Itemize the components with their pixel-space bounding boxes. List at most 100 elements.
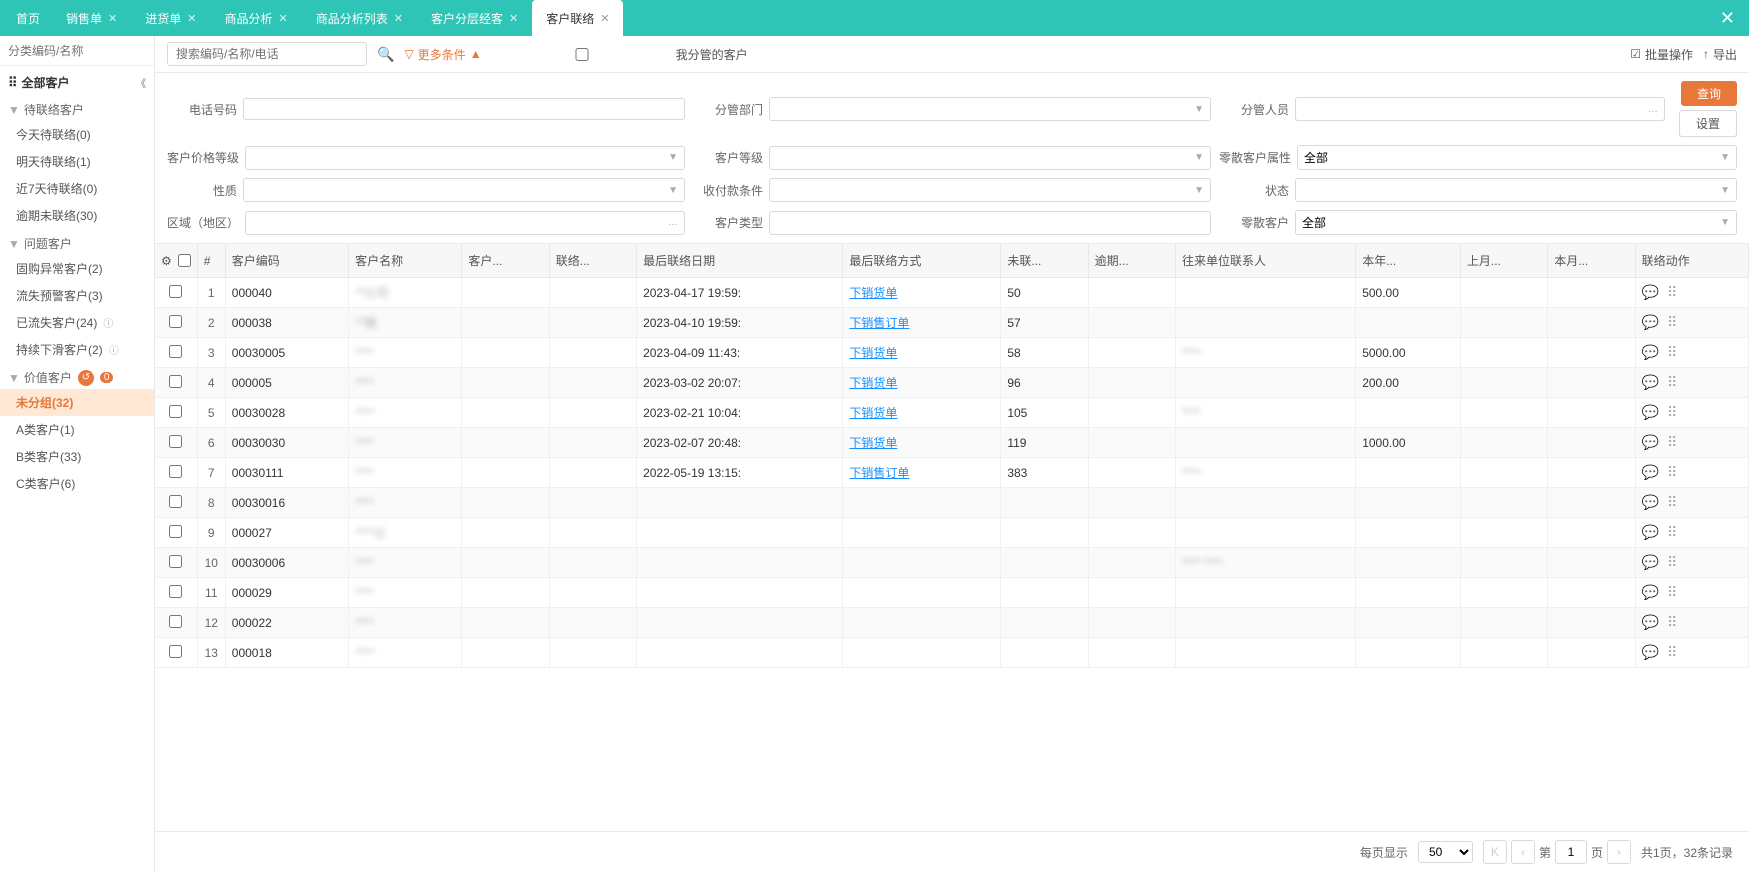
more-icon-9[interactable]: ⠿ (1667, 554, 1677, 571)
adv-filter-nature-select[interactable]: ▼ (243, 178, 685, 202)
contact-icon-2[interactable]: 💬 (1642, 344, 1659, 361)
adv-filter-customer-tier-select[interactable]: ▼ (769, 146, 1211, 170)
contact-icon-11[interactable]: 💬 (1642, 614, 1659, 631)
batch-operation-btn[interactable]: ☑ 批量操作 (1630, 46, 1693, 63)
adv-filter-status-select[interactable]: ▼ (1295, 178, 1737, 202)
contact-icon-6[interactable]: 💬 (1642, 464, 1659, 481)
row-checkbox-5[interactable] (169, 435, 182, 448)
tab-analysis-close[interactable]: ✕ (279, 12, 288, 25)
contact-icon-9[interactable]: 💬 (1642, 554, 1659, 571)
more-icon-2[interactable]: ⠿ (1667, 344, 1677, 361)
more-icon-11[interactable]: ⠿ (1667, 614, 1677, 631)
more-icon-3[interactable]: ⠿ (1667, 374, 1677, 391)
adv-filter-customer-type-select[interactable] (769, 211, 1211, 235)
more-icon-0[interactable]: ⠿ (1667, 284, 1677, 301)
tab-home[interactable]: 首页 (4, 10, 52, 27)
contact-icon-3[interactable]: 💬 (1642, 374, 1659, 391)
td-this-year-10 (1356, 578, 1461, 608)
adv-filter-retail-attr-select[interactable]: 全部 ▼ (1297, 145, 1737, 170)
tab-sales[interactable]: 销售单 ✕ (52, 0, 131, 36)
my-customers-checkbox[interactable] (492, 48, 672, 61)
row-checkbox-10[interactable] (169, 585, 182, 598)
sidebar-item-b-class[interactable]: B类客户(33) (0, 443, 154, 470)
row-checkbox-0[interactable] (169, 285, 182, 298)
more-icon-12[interactable]: ⠿ (1667, 644, 1677, 661)
table-row: 2000038**销2023-04-10 19:59:下销售订单57 💬 ⠿ (155, 308, 1749, 338)
row-checkbox-7[interactable] (169, 495, 182, 508)
row-checkbox-2[interactable] (169, 345, 182, 358)
row-checkbox-12[interactable] (169, 645, 182, 658)
adv-filter-dept-select[interactable]: ▼ (769, 97, 1211, 121)
tab-purchase-close[interactable]: ✕ (187, 12, 196, 25)
td-name-11: **** (349, 608, 462, 638)
more-icon-10[interactable]: ⠿ (1667, 584, 1677, 601)
page-input[interactable] (1555, 840, 1587, 864)
sidebar-item-churn-risk[interactable]: 流失预警客户(3) (0, 282, 154, 309)
adv-filter-phone-input[interactable] (243, 98, 685, 120)
adv-filter-person-select[interactable]: … (1295, 97, 1665, 121)
sidebar-item-c-class[interactable]: C类客户(6) (0, 470, 154, 497)
tab-customer-tier-close[interactable]: ✕ (509, 12, 518, 25)
query-btn[interactable]: 查询 (1681, 81, 1737, 106)
row-checkbox-4[interactable] (169, 405, 182, 418)
chevron-up-icon: ▲ (470, 47, 482, 61)
tab-customer-contact[interactable]: 客户联络 ✕ (532, 0, 623, 36)
row-checkbox-8[interactable] (169, 525, 182, 538)
sidebar-item-ungraded[interactable]: 未分组(32) (0, 389, 154, 416)
tab-customer-contact-close[interactable]: ✕ (600, 12, 609, 25)
search-input[interactable] (167, 42, 367, 66)
row-checkbox-9[interactable] (169, 555, 182, 568)
adv-filter-retail-customer-select[interactable]: 全部 ▼ (1295, 210, 1737, 235)
more-icon-1[interactable]: ⠿ (1667, 314, 1677, 331)
contact-icon-8[interactable]: 💬 (1642, 524, 1659, 541)
contact-icon-12[interactable]: 💬 (1642, 644, 1659, 661)
sidebar-item-a-class[interactable]: A类客户(1) (0, 416, 154, 443)
tab-analysis-list-close[interactable]: ✕ (394, 12, 403, 25)
reset-btn[interactable]: 设置 (1679, 110, 1737, 137)
select-all-checkbox[interactable] (178, 254, 191, 267)
sidebar-item-overdue[interactable]: 逾期未联络(30) (0, 202, 154, 229)
more-icon-4[interactable]: ⠿ (1667, 404, 1677, 421)
more-icon-5[interactable]: ⠿ (1667, 434, 1677, 451)
close-window-icon[interactable]: ✕ (1710, 8, 1745, 29)
sidebar-item-abnormal-buy[interactable]: 固购异常客户(2) (0, 255, 154, 282)
export-btn[interactable]: ↑ 导出 (1703, 46, 1737, 63)
page-first-btn[interactable]: K (1483, 840, 1507, 864)
contact-icon-0[interactable]: 💬 (1642, 284, 1659, 301)
adv-filter-price-tier-select[interactable]: ▼ (245, 146, 685, 170)
per-page-select[interactable]: 50 100 200 (1418, 841, 1473, 863)
my-customers-checkbox-container[interactable]: 我分管的客户 (492, 46, 748, 63)
tab-purchase[interactable]: 进货单 ✕ (131, 0, 210, 36)
td-name-10: **** (349, 578, 462, 608)
sidebar-item-holding[interactable]: 持续下滑客户(2) ⓘ (0, 336, 154, 363)
row-checkbox-1[interactable] (169, 315, 182, 328)
more-icon-7[interactable]: ⠿ (1667, 494, 1677, 511)
more-conditions-btn[interactable]: ▽ 更多条件 ▲ (404, 46, 481, 63)
more-icon-8[interactable]: ⠿ (1667, 524, 1677, 541)
td-last-contact-date-3: 2023-03-02 20:07: (637, 368, 843, 398)
sidebar-all-customers[interactable]: ⠿ 全部客户 《 (0, 66, 154, 95)
contact-icon-5[interactable]: 💬 (1642, 434, 1659, 451)
row-checkbox-11[interactable] (169, 615, 182, 628)
tab-sales-close[interactable]: ✕ (108, 12, 117, 25)
tab-customer-tier[interactable]: 客户分层经客 ✕ (417, 0, 532, 36)
tab-analysis[interactable]: 商品分析 ✕ (210, 0, 301, 36)
adv-filter-region-select[interactable]: … (245, 211, 685, 235)
page-next-btn[interactable]: › (1607, 840, 1631, 864)
contact-icon-7[interactable]: 💬 (1642, 494, 1659, 511)
more-icon-6[interactable]: ⠿ (1667, 464, 1677, 481)
tab-analysis-list[interactable]: 商品分析列表 ✕ (302, 0, 417, 36)
sidebar-search-input[interactable] (8, 44, 155, 58)
sidebar-item-lost[interactable]: 已流失客户(24) ⓘ (0, 309, 154, 336)
sidebar-item-near7[interactable]: 近7天待联络(0) (0, 175, 154, 202)
page-prev-btn[interactable]: ‹ (1511, 840, 1535, 864)
settings-icon[interactable]: ⚙ (161, 254, 172, 268)
contact-icon-10[interactable]: 💬 (1642, 584, 1659, 601)
row-checkbox-3[interactable] (169, 375, 182, 388)
contact-icon-4[interactable]: 💬 (1642, 404, 1659, 421)
sidebar-item-tomorrow[interactable]: 明天待联络(1) (0, 148, 154, 175)
adv-filter-payment-select[interactable]: ▼ (769, 178, 1211, 202)
contact-icon-1[interactable]: 💬 (1642, 314, 1659, 331)
sidebar-item-today[interactable]: 今天待联络(0) (0, 121, 154, 148)
row-checkbox-6[interactable] (169, 465, 182, 478)
